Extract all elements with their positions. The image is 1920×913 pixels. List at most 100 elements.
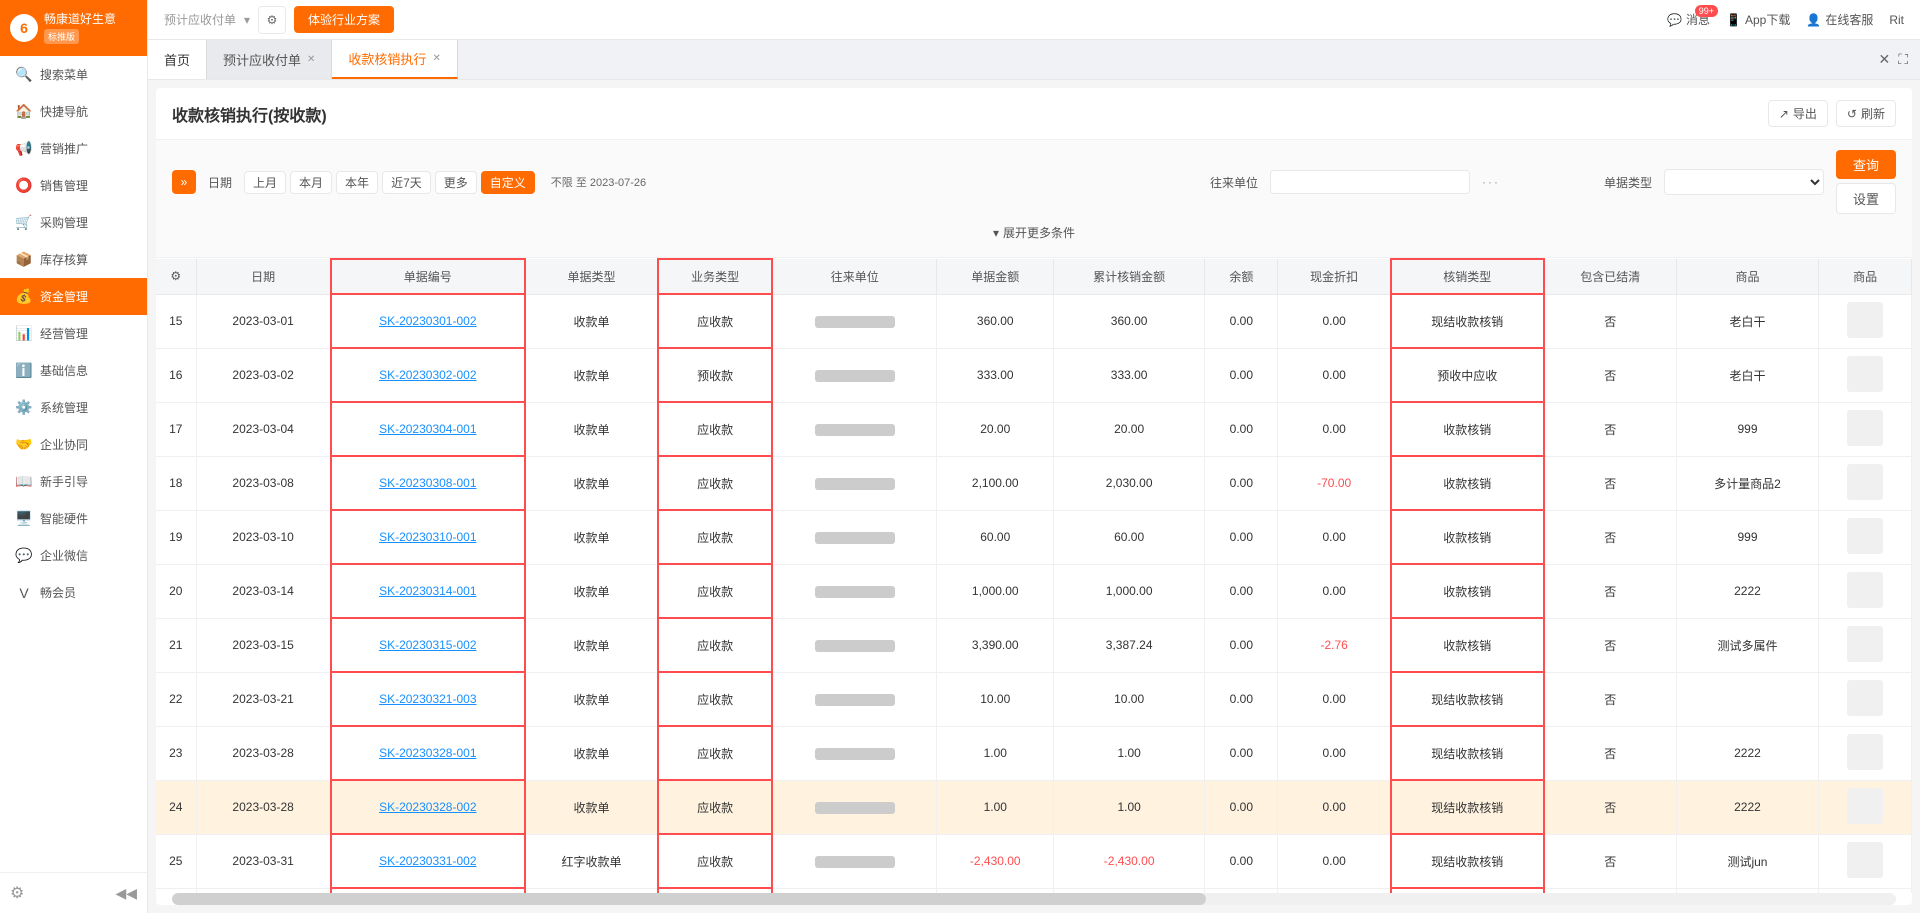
doc-no-link[interactable]: SK-20230308-001 <box>379 476 476 490</box>
doc-no-link[interactable]: SK-20230328-002 <box>379 800 476 814</box>
cell-biz-type: 应收款 <box>658 672 772 726</box>
cell-verify-type: 收款核销 <box>1391 456 1544 510</box>
tab-prepay[interactable]: 预计应收付单 ✕ <box>207 40 332 79</box>
th-doc-no: 单据编号 <box>331 259 525 294</box>
sidebar-item-marketing[interactable]: 📢营销推广 <box>0 130 147 167</box>
export-label: 导出 <box>1793 105 1817 122</box>
solution-button[interactable]: 体验行业方案 <box>294 6 394 33</box>
collapse-icon[interactable]: ◀◀ <box>115 885 137 902</box>
doc-no-link[interactable]: SK-20230301-002 <box>379 314 476 328</box>
service-btn[interactable]: 👤 在线客服 <box>1806 11 1873 28</box>
partner-value <box>815 856 895 868</box>
date-btn-custom[interactable]: 自定义 <box>481 171 535 194</box>
doc-no-link[interactable]: SK-20230331-002 <box>379 854 476 868</box>
partner-input[interactable] <box>1270 170 1470 194</box>
sidebar-item-hardware[interactable]: 🖥️智能硬件 <box>0 500 147 537</box>
sidebar-item-system[interactable]: ⚙️系统管理 <box>0 389 147 426</box>
verified-value: 360.00 <box>1111 314 1148 328</box>
sidebar-item-label-guide: 新手引导 <box>40 473 88 490</box>
sidebar-item-member[interactable]: V畅会员 <box>0 574 147 611</box>
inventory-icon: 📦 <box>16 252 32 268</box>
sidebar-item-operations[interactable]: 📊经营管理 <box>0 315 147 352</box>
cell-goods <box>1676 672 1819 726</box>
filter-toggle-btn[interactable]: » <box>172 170 196 194</box>
sidebar-item-wechat[interactable]: 💬企业微信 <box>0 537 147 574</box>
refresh-button[interactable]: ↺ 刷新 <box>1836 100 1896 127</box>
date-btn-7days[interactable]: 近7天 <box>382 171 431 194</box>
cell-goods: 老白干 <box>1676 348 1819 402</box>
date-btn-last-month[interactable]: 上月 <box>244 171 286 194</box>
doc-no-link[interactable]: SK-20230302-002 <box>379 368 476 382</box>
amount-value: 20.00 <box>980 422 1010 436</box>
sidebar-item-label-quicknav: 快捷导航 <box>40 103 88 120</box>
doc-type-select[interactable] <box>1664 169 1824 195</box>
cell-no: 15 <box>156 294 196 348</box>
date-btn-this-year[interactable]: 本年 <box>336 171 378 194</box>
scrollbar-thumb[interactable] <box>172 893 1206 905</box>
th-settings[interactable]: ⚙ <box>156 259 196 294</box>
horizontal-scrollbar[interactable] <box>172 893 1896 905</box>
doc-no-link[interactable]: SK-20230315-002 <box>379 638 476 652</box>
sidebar-item-quicknav[interactable]: 🏠快捷导航 <box>0 93 147 130</box>
expand-more-btn[interactable]: ▾ 展开更多条件 <box>993 224 1075 241</box>
sidebar-item-guide[interactable]: 📖新手引导 <box>0 463 147 500</box>
messages-btn[interactable]: 💬 消息 99+ <box>1667 11 1710 28</box>
tab-receipt[interactable]: 收款核销执行 ✕ <box>332 40 457 79</box>
cell-verify-type: 预收款核销 <box>1391 888 1544 893</box>
date-btn-more[interactable]: 更多 <box>435 171 477 194</box>
goods-thumbnail <box>1847 464 1883 500</box>
tab-home[interactable]: 首页 <box>148 40 207 79</box>
cell-partner <box>772 834 937 888</box>
doc-no-link[interactable]: SK-20230321-003 <box>379 692 476 706</box>
goods-thumbnail <box>1847 302 1883 338</box>
sidebar-item-basic[interactable]: ℹ️基础信息 <box>0 352 147 389</box>
cell-no: 17 <box>156 402 196 456</box>
sidebar-item-enterprise[interactable]: 🤝企业协同 <box>0 426 147 463</box>
wechat-icon: 💬 <box>16 548 32 564</box>
doc-no-link[interactable]: SK-20230314-001 <box>379 584 476 598</box>
cell-discount: 0.00 <box>1278 294 1391 348</box>
doc-no-link[interactable]: SK-20230328-001 <box>379 746 476 760</box>
tab-prepay-close[interactable]: ✕ <box>307 54 315 65</box>
app-icon: 📱 <box>1726 13 1741 27</box>
query-button[interactable]: 查询 <box>1836 150 1896 179</box>
tab-close-all-btn[interactable]: ✕ <box>1878 51 1890 68</box>
cell-include-cleared: 否 <box>1544 726 1677 780</box>
verified-value: -2,430.00 <box>1104 854 1155 868</box>
app-download-btn[interactable]: 📱 App下载 <box>1726 11 1790 28</box>
sidebar-item-sales[interactable]: ⭕销售管理 <box>0 167 147 204</box>
topbar-dropdown-icon[interactable]: ▾ <box>244 13 250 27</box>
topbar-gear-btn[interactable]: ⚙ <box>258 6 286 34</box>
cell-balance: 0.00 <box>1205 780 1278 834</box>
tab-expand-btn[interactable]: ⛶ <box>1898 51 1908 68</box>
amount-value: 2,100.00 <box>972 476 1019 490</box>
doc-no-link[interactable]: SK-20230304-001 <box>379 422 476 436</box>
settings-button[interactable]: 设置 <box>1836 183 1896 214</box>
table-row: 16 2023-03-02 SK-20230302-002 收款单 预收款 33… <box>156 348 1912 402</box>
sidebar-item-finance[interactable]: 💰资金管理 <box>0 278 147 315</box>
amount-value: 1.00 <box>984 800 1007 814</box>
settings-icon[interactable]: ⚙ <box>10 883 24 903</box>
discount-value: -2.76 <box>1320 638 1347 652</box>
cell-date: 2023-03-02 <box>196 348 331 402</box>
doc-no-link[interactable]: SK-20230310-001 <box>379 530 476 544</box>
cell-partner <box>772 348 937 402</box>
cell-partner <box>772 888 937 893</box>
sidebar-item-search[interactable]: 🔍搜索菜单 <box>0 56 147 93</box>
partner-value <box>815 316 895 328</box>
tab-receipt-close[interactable]: ✕ <box>432 53 440 64</box>
export-button[interactable]: ↗ 导出 <box>1768 100 1828 127</box>
cell-balance: 0.00 <box>1205 294 1278 348</box>
cell-no: 18 <box>156 456 196 510</box>
sidebar-item-label-sales: 销售管理 <box>40 177 88 194</box>
cell-balance: 0.00 <box>1205 348 1278 402</box>
sidebar-nav: 🔍搜索菜单🏠快捷导航📢营销推广⭕销售管理🛒采购管理📦库存核算💰资金管理📊经营管理… <box>0 56 147 872</box>
date-buttons: 上月 本月 本年 近7天 更多 自定义 <box>244 171 535 194</box>
date-btn-this-month[interactable]: 本月 <box>290 171 332 194</box>
cell-partner <box>772 618 937 672</box>
sidebar-item-inventory[interactable]: 📦库存核算 <box>0 241 147 278</box>
sidebar-item-label-enterprise: 企业协同 <box>40 436 88 453</box>
sidebar-item-label-operations: 经营管理 <box>40 325 88 342</box>
sidebar-item-purchase[interactable]: 🛒采购管理 <box>0 204 147 241</box>
cell-verified: 3,387.24 <box>1054 618 1205 672</box>
